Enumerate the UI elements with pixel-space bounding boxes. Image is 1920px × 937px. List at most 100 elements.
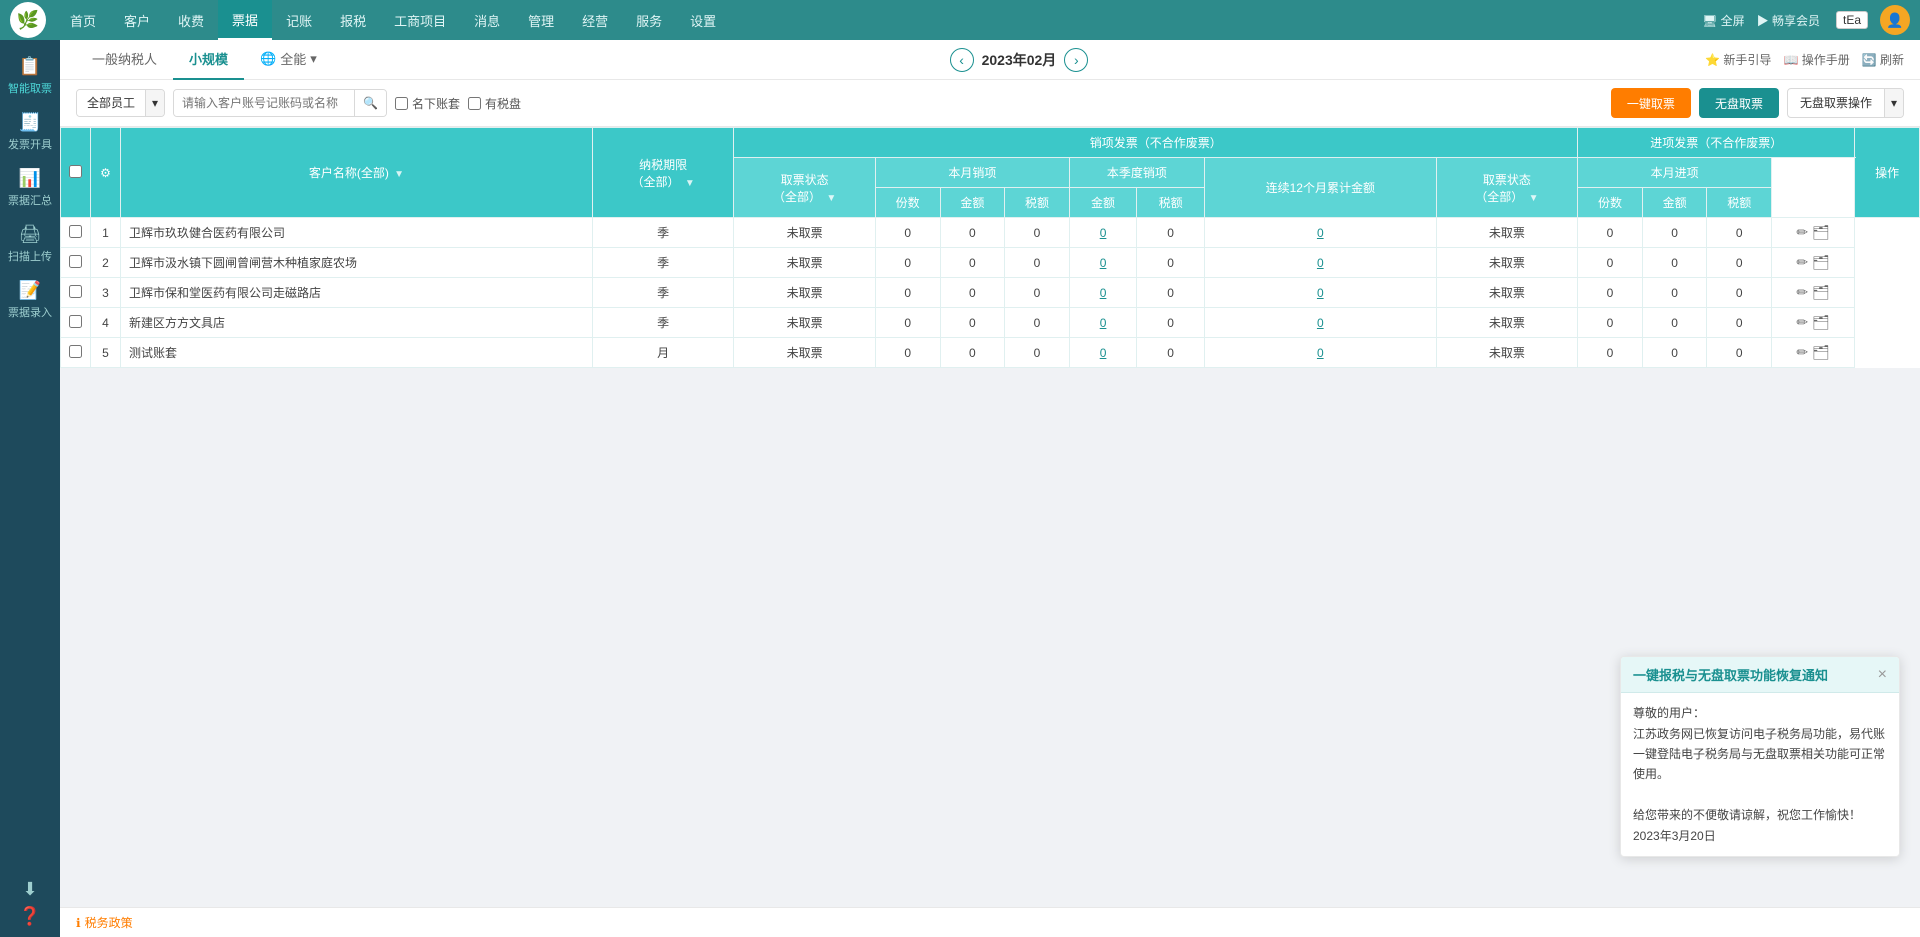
nav-manage[interactable]: 管理 [514, 0, 568, 40]
row-quarter-amt-link-3[interactable]: 0 [1100, 316, 1107, 330]
nav-service[interactable]: 服务 [622, 0, 676, 40]
next-month-btn[interactable]: › [1064, 48, 1088, 72]
row-checkbox-4[interactable] [69, 345, 82, 358]
avatar[interactable]: 👤 [1880, 5, 1910, 35]
detail-icon-3[interactable]: 🗂 [1812, 314, 1830, 331]
select-all-checkbox[interactable] [69, 165, 82, 178]
row-quarter-amt-2: 0 [1069, 278, 1137, 308]
notification-close-btn[interactable]: × [1878, 666, 1887, 684]
nav-accounting[interactable]: 记账 [272, 0, 326, 40]
row-quarter-amt-link-1[interactable]: 0 [1100, 256, 1107, 270]
nav-home[interactable]: 首页 [56, 0, 110, 40]
smart-fetch-icon: 📋 [19, 56, 41, 77]
tab-small-scale[interactable]: 小规模 [173, 40, 244, 80]
checkbox-has-disk-input[interactable] [468, 97, 481, 110]
row-quarter-amt-link-0[interactable]: 0 [1100, 226, 1107, 240]
th-sale-month: 本月销项 [875, 158, 1069, 188]
current-month: 2023年02月 [982, 50, 1057, 70]
row-name-4: 测试账套 [121, 338, 593, 368]
edit-icon-3[interactable]: ✏ [1796, 314, 1808, 331]
sub-nav-center: ‹ 2023年02月 › [333, 48, 1705, 72]
row-purchase-status-3: 未取票 [1436, 308, 1577, 338]
th-sale-pcs: 份数 [875, 188, 940, 218]
row-checkbox-0[interactable] [69, 225, 82, 238]
row-purchase-pcs-2: 0 [1578, 278, 1643, 308]
fullscreen-btn[interactable]: 🖥 全屏 [1702, 12, 1745, 29]
row-cum-amt-3: 0 [1204, 308, 1436, 338]
row-cum-amt-link-4[interactable]: 0 [1317, 346, 1324, 360]
employee-dropdown-icon[interactable]: ▾ [145, 89, 164, 117]
search-button[interactable]: 🔍 [354, 89, 386, 117]
edit-icon-2[interactable]: ✏ [1796, 284, 1808, 301]
sidebar-item-scan[interactable]: 🖨 扫描上传 [0, 216, 60, 272]
detail-icon-4[interactable]: 🗂 [1812, 344, 1830, 361]
sidebar-item-summary[interactable]: 📊 票据汇总 [0, 160, 60, 216]
nav-customer[interactable]: 客户 [110, 0, 164, 40]
one-key-fetch-btn[interactable]: 一键取票 [1611, 88, 1691, 118]
table-row: 4 新建区方方文具店 季 未取票 0 0 0 0 0 0 未取票 0 0 0 ✏… [61, 308, 1920, 338]
edit-icon-1[interactable]: ✏ [1796, 254, 1808, 271]
row-checkbox-cell [61, 278, 91, 308]
row-purchase-pcs-0: 0 [1578, 218, 1643, 248]
help-icon[interactable]: ❓ [19, 906, 41, 927]
nav-message[interactable]: 消息 [460, 0, 514, 40]
toolbar: 全部员工 ▾ 🔍 名下账套 有税盘 一键取票 无盘取票 [60, 80, 1920, 127]
row-cum-amt-link-2[interactable]: 0 [1317, 286, 1324, 300]
row-purchase-amt-1: 0 [1642, 248, 1707, 278]
nav-business[interactable]: 工商项目 [380, 0, 460, 40]
th-customer-name: 客户名称(全部) ▼ [121, 128, 593, 218]
nav-tax[interactable]: 报税 [326, 0, 380, 40]
row-checkbox-1[interactable] [69, 255, 82, 268]
tab-all-ability[interactable]: 🌐 全能 ▾ [244, 40, 333, 80]
row-checkbox-2[interactable] [69, 285, 82, 298]
row-purchase-tax-2: 0 [1707, 278, 1772, 308]
row-actions-0: ✏ 🗂 [1772, 218, 1855, 248]
detail-icon-2[interactable]: 🗂 [1812, 284, 1830, 301]
filter-icon-purchase-status[interactable]: ▼ [1529, 193, 1539, 204]
row-checkbox-3[interactable] [69, 315, 82, 328]
search-input[interactable] [174, 89, 354, 117]
row-cum-amt-link-1[interactable]: 0 [1317, 256, 1324, 270]
employee-select[interactable]: 全部员工 ▾ [76, 89, 165, 117]
checkbox-own-accounts[interactable]: 名下账套 [395, 95, 460, 112]
row-actions-1: ✏ 🗂 [1772, 248, 1855, 278]
checkbox-has-disk[interactable]: 有税盘 [468, 95, 521, 112]
filter-icon-period[interactable]: ▼ [685, 178, 695, 189]
vip-btn[interactable]: ▶ 畅享会员 [1757, 12, 1820, 29]
row-num-2: 3 [91, 278, 121, 308]
checkbox-own-accounts-input[interactable] [395, 97, 408, 110]
sidebar-item-entry[interactable]: 📝 票据录入 [0, 272, 60, 328]
manual-btn[interactable]: 📖 操作手册 [1783, 51, 1849, 68]
row-cum-amt-link-3[interactable]: 0 [1317, 316, 1324, 330]
detail-icon-0[interactable]: 🗂 [1812, 224, 1830, 241]
nav-settings[interactable]: 设置 [676, 0, 730, 40]
filter-icon-sale-status[interactable]: ▼ [826, 193, 836, 204]
sidebar-item-smart-fetch[interactable]: 📋 智能取票 [0, 48, 60, 104]
top-nav: 🌿 首页 客户 收费 票据 记账 报税 工商项目 消息 管理 经营 服务 设置 … [0, 0, 1920, 40]
row-quarter-amt-link-2[interactable]: 0 [1100, 286, 1107, 300]
no-disk-fetch-btn[interactable]: 无盘取票 [1699, 88, 1779, 118]
row-quarter-amt-link-4[interactable]: 0 [1100, 346, 1107, 360]
filter-icon-name[interactable]: ▼ [394, 169, 404, 180]
tax-policy-link[interactable]: 税务政策 [85, 914, 133, 931]
download-icon[interactable]: ⬇ [22, 879, 37, 900]
new-guide-btn[interactable]: ⭐ 新手引导 [1705, 51, 1771, 68]
sidebar-item-invoice-open[interactable]: 🧾 发票开具 [0, 104, 60, 160]
settings-icon[interactable]: ⚙ [100, 166, 111, 180]
table-body: 1 卫辉市玖玖健合医药有限公司 季 未取票 0 0 0 0 0 0 未取票 0 … [61, 218, 1920, 368]
nav-fee[interactable]: 收费 [164, 0, 218, 40]
edit-icon-0[interactable]: ✏ [1796, 224, 1808, 241]
nav-operation[interactable]: 经营 [568, 0, 622, 40]
detail-icon-1[interactable]: 🗂 [1812, 254, 1830, 271]
refresh-btn[interactable]: 🔄 刷新 [1862, 51, 1904, 68]
row-cum-amt-link-0[interactable]: 0 [1317, 226, 1324, 240]
edit-icon-4[interactable]: ✏ [1796, 344, 1808, 361]
row-checkbox-cell [61, 248, 91, 278]
row-cum-amt-2: 0 [1204, 278, 1436, 308]
tab-general-taxpayer[interactable]: 一般纳税人 [76, 40, 173, 80]
prev-month-btn[interactable]: ‹ [950, 48, 974, 72]
nav-ticket[interactable]: 票据 [218, 0, 272, 40]
no-disk-op-dropdown[interactable]: 无盘取票操作 ▾ [1787, 88, 1904, 118]
no-disk-op-dropdown-icon[interactable]: ▾ [1884, 88, 1903, 118]
tab-all-dropdown-icon: ▾ [310, 51, 317, 67]
